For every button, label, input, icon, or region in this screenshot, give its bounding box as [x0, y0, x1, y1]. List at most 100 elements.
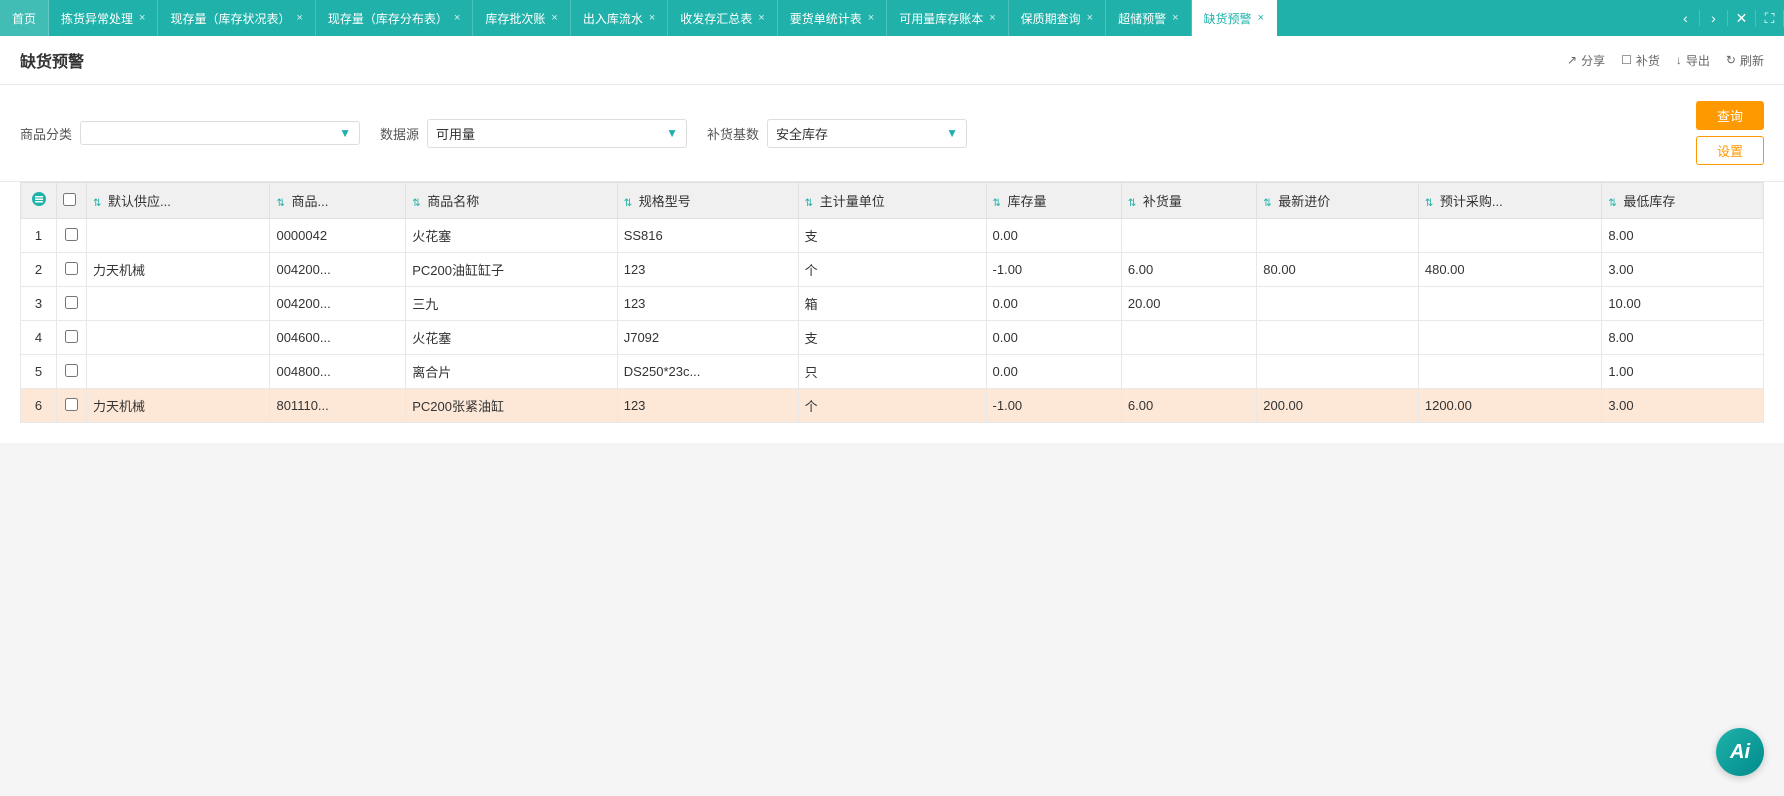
row-default-supplier: [87, 219, 270, 253]
col-latest-price[interactable]: ⇅ 最新进价: [1257, 183, 1419, 219]
col-estimated-purchase[interactable]: ⇅ 预计采购...: [1418, 183, 1601, 219]
row-product-code: 004200...: [270, 287, 406, 321]
replenish-base-value: 安全库存: [776, 124, 828, 143]
row-latest-price: [1257, 219, 1419, 253]
replenish-base-select[interactable]: 安全库存 ▼: [767, 119, 967, 148]
share-icon: ↗: [1567, 53, 1577, 67]
row-checkbox-cell[interactable]: [57, 287, 87, 321]
tab-stock-batch[interactable]: 库存批次账 ×: [473, 0, 570, 36]
col-default-supplier[interactable]: ⇅ 默认供应...: [87, 183, 270, 219]
col-replenish-qty[interactable]: ⇅ 补货量: [1121, 183, 1256, 219]
datasource-select[interactable]: 可用量 ▼: [427, 119, 687, 148]
close-tab-3[interactable]: ×: [454, 12, 460, 24]
row-default-supplier: [87, 355, 270, 389]
close-tab-7[interactable]: ×: [868, 12, 874, 24]
row-checkbox[interactable]: [65, 364, 78, 377]
tab-current-stock-status[interactable]: 现存量（库存状况表） ×: [158, 0, 315, 36]
col-unit[interactable]: ⇅ 主计量单位: [798, 183, 986, 219]
close-tab-6[interactable]: ×: [758, 12, 764, 24]
col-min-stock[interactable]: ⇅ 最低库存: [1602, 183, 1764, 219]
row-checkbox[interactable]: [65, 228, 78, 241]
row-unit: 个: [798, 253, 986, 287]
select-all-checkbox[interactable]: [63, 193, 76, 206]
col-product-code[interactable]: ⇅ 商品...: [270, 183, 406, 219]
tab-requisition-stats[interactable]: 要货单统计表 ×: [778, 0, 887, 36]
close-tab-2[interactable]: ×: [296, 12, 302, 24]
table-row[interactable]: 4 004600... 火花塞 J7092 支 0.00 8.00: [21, 321, 1764, 355]
sort-icon: ⇅: [805, 198, 813, 209]
row-checkbox[interactable]: [65, 398, 78, 411]
row-min-stock: 10.00: [1602, 287, 1764, 321]
replenish-button[interactable]: ☐ 补货: [1621, 52, 1660, 69]
filter-category-group: 商品分类 ▼: [20, 121, 360, 145]
table-row[interactable]: 2 力天机械 004200... PC200油缸缸子 123 个 -1.00 6…: [21, 253, 1764, 287]
row-min-stock: 8.00: [1602, 219, 1764, 253]
header-actions: ↗ 分享 ☐ 补货 ↓ 导出 ↻ 刷新: [1567, 52, 1764, 69]
col-product-name[interactable]: ⇅ 商品名称: [406, 183, 618, 219]
tab-collect-send-summary[interactable]: 收发存汇总表 ×: [668, 0, 777, 36]
close-tab-8[interactable]: ×: [989, 12, 995, 24]
table-container: ⇅ 默认供应... ⇅ 商品... ⇅ 商品名称 ⇅ 规格型号: [0, 182, 1784, 443]
row-num: 6: [21, 389, 57, 423]
tab-home[interactable]: 首页: [0, 0, 49, 36]
category-select[interactable]: ▼: [80, 121, 360, 145]
share-button[interactable]: ↗ 分享: [1567, 52, 1605, 69]
row-checkbox-cell[interactable]: [57, 355, 87, 389]
col-spec[interactable]: ⇅ 规格型号: [617, 183, 798, 219]
row-min-stock: 1.00: [1602, 355, 1764, 389]
table-row[interactable]: 5 004800... 离合片 DS250*23c... 只 0.00 1.00: [21, 355, 1764, 389]
row-checkbox-cell[interactable]: [57, 253, 87, 287]
row-min-stock: 3.00: [1602, 389, 1764, 423]
row-checkbox-cell[interactable]: [57, 219, 87, 253]
close-tab-4[interactable]: ×: [551, 12, 557, 24]
row-checkbox[interactable]: [65, 330, 78, 343]
row-checkbox-cell[interactable]: [57, 389, 87, 423]
filter-replenish-base-group: 补货基数 安全库存 ▼: [707, 119, 967, 148]
row-num: 4: [21, 321, 57, 355]
tab-overstock-warning[interactable]: 超储预警 ×: [1106, 0, 1191, 36]
close-tab-9[interactable]: ×: [1087, 12, 1093, 24]
row-stock-qty: 0.00: [986, 321, 1121, 355]
row-spec: J7092: [617, 321, 798, 355]
table-row[interactable]: 3 004200... 三九 123 箱 0.00 20.00 10.00: [21, 287, 1764, 321]
row-checkbox[interactable]: [65, 262, 78, 275]
table-row[interactable]: 6 力天机械 801110... PC200张紧油缸 123 个 -1.00 6…: [21, 389, 1764, 423]
close-tab-5[interactable]: ×: [649, 12, 655, 24]
ai-assistant-button[interactable]: Ai: [1716, 728, 1764, 776]
tab-prev-btn[interactable]: ‹: [1672, 10, 1700, 26]
tab-picking-exception[interactable]: 拣货异常处理 ×: [49, 0, 158, 36]
table-row[interactable]: 1 0000042 火花塞 SS816 支 0.00 8.00: [21, 219, 1764, 253]
row-spec: 123: [617, 389, 798, 423]
row-stock-qty: 0.00: [986, 287, 1121, 321]
tab-current-stock-dist[interactable]: 现存量（库存分布表） ×: [316, 0, 473, 36]
row-checkbox[interactable]: [65, 296, 78, 309]
query-button[interactable]: 查询: [1696, 101, 1764, 130]
row-replenish-qty: [1121, 355, 1256, 389]
col-checkbox-header[interactable]: [57, 183, 87, 219]
export-button[interactable]: ↓ 导出: [1676, 52, 1710, 69]
tab-expand-btn[interactable]: ⛶: [1756, 10, 1784, 27]
row-stock-qty: 0.00: [986, 219, 1121, 253]
refresh-button[interactable]: ↻ 刷新: [1726, 52, 1764, 69]
tab-inout-flow[interactable]: 出入库流水 ×: [571, 0, 668, 36]
tab-available-ledger[interactable]: 可用量库存账本 ×: [887, 0, 1008, 36]
settings-button[interactable]: 设置: [1696, 136, 1764, 165]
sort-icon: ⇅: [1263, 198, 1271, 209]
column-settings-icon[interactable]: [31, 191, 47, 207]
row-spec: SS816: [617, 219, 798, 253]
tab-close-all-btn[interactable]: ✕: [1728, 10, 1756, 27]
row-product-name: PC200油缸缸子: [406, 253, 618, 287]
close-tab-1[interactable]: ×: [139, 12, 145, 24]
col-settings[interactable]: [21, 183, 57, 219]
row-product-name: PC200张紧油缸: [406, 389, 618, 423]
tab-expiry-query[interactable]: 保质期查询 ×: [1009, 0, 1106, 36]
row-checkbox-cell[interactable]: [57, 321, 87, 355]
tab-next-btn[interactable]: ›: [1700, 10, 1728, 26]
tab-stockout-warning[interactable]: 缺货预警 ×: [1192, 0, 1277, 36]
close-tab-11[interactable]: ×: [1258, 12, 1264, 24]
filter-area: 商品分类 ▼ 数据源 可用量 ▼ 补货基数 安全库存 ▼ 查询 设置: [0, 85, 1784, 182]
row-replenish-qty: 20.00: [1121, 287, 1256, 321]
col-stock-qty[interactable]: ⇅ 库存量: [986, 183, 1121, 219]
close-tab-10[interactable]: ×: [1172, 12, 1178, 24]
refresh-icon: ↻: [1726, 53, 1736, 67]
